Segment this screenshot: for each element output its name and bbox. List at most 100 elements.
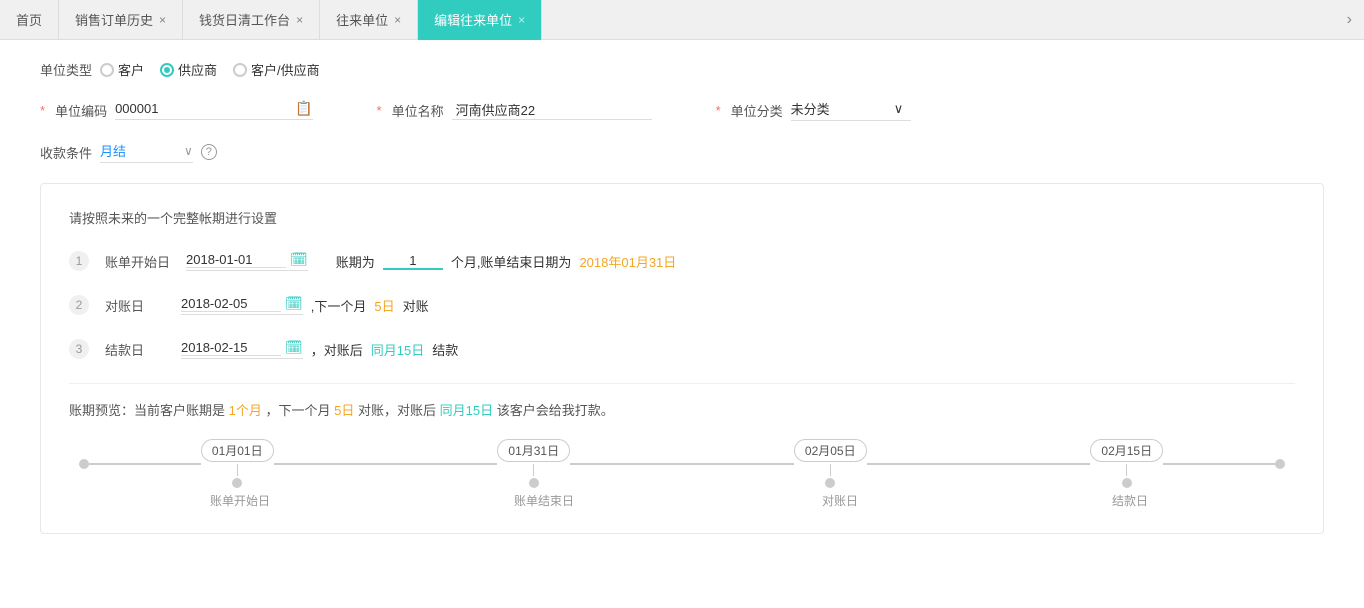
step-3-calendar-icon[interactable]: 🗓 xyxy=(285,339,303,356)
unit-category-value: 未分类 xyxy=(791,99,830,118)
timeline-label-3: 对账日 xyxy=(816,492,864,509)
unit-category-select[interactable]: 未分类 ∨ xyxy=(791,99,911,121)
radio-customer-circle xyxy=(100,63,114,77)
unit-category-required: * xyxy=(716,103,721,118)
timeline-tick-4 xyxy=(1126,464,1127,476)
timeline-tick-1 xyxy=(237,464,238,476)
preview-mid1: ，下一个月 xyxy=(266,403,331,418)
preview-prefix: 账期预览：当前客户账期是 xyxy=(69,403,225,418)
radio-both-circle xyxy=(233,63,247,77)
radio-both[interactable]: 客户/供应商 xyxy=(233,60,320,79)
step-1-period-label: 账期为 xyxy=(336,252,375,271)
step-1-number: 1 xyxy=(69,251,89,271)
tab-sales-history[interactable]: 销售订单历史 × xyxy=(59,0,183,40)
tab-counterparty-label: 往来单位 xyxy=(336,10,388,29)
timeline-dot-1 xyxy=(232,478,242,488)
preview-reconcile-day: 5日 xyxy=(334,403,354,418)
radio-customer[interactable]: 客户 xyxy=(100,60,144,79)
preview-text: 账期预览：当前客户账期是 1个月 ，下一个月 5日 对账，对账后 同月15日 该… xyxy=(69,400,1295,419)
timeline-dot-2 xyxy=(529,478,539,488)
payment-terms-chevron: ∨ xyxy=(184,144,193,158)
payment-terms-label: 收款条件 xyxy=(40,143,92,162)
unit-code-input-wrap: 📋 xyxy=(115,100,312,120)
step-1-period-input[interactable] xyxy=(383,253,443,270)
unit-type-label: 单位类型 xyxy=(40,60,92,79)
tab-cash-desk[interactable]: 钱货日清工作台 × xyxy=(183,0,320,40)
timeline-tick-3 xyxy=(830,464,831,476)
tab-counterparty[interactable]: 往来单位 × xyxy=(320,0,418,40)
step-2-row: 2 对账日 🗓 ,下一个月 5日 对账 xyxy=(69,295,1295,315)
step-2-label: 对账日 xyxy=(105,296,165,315)
payment-terms-select[interactable]: 月结 ∨ xyxy=(100,141,193,163)
unit-type-field: 单位类型 客户 供应商 客户/供应商 xyxy=(40,60,320,79)
timeline-left-dot xyxy=(79,459,89,469)
step-3-prefix: ，对账后 xyxy=(311,340,363,359)
timeline-label-1: 账单开始日 xyxy=(210,492,270,509)
step-3-row: 3 结款日 🗓 ，对账后 同月15日 结款 xyxy=(69,339,1295,359)
timeline-point-4: 02月15日 xyxy=(1090,439,1163,488)
step-2-date-input[interactable] xyxy=(181,296,281,312)
unit-category-label: 单位分类 xyxy=(731,101,783,120)
step-3-content: 🗓 ，对账后 同月15日 结款 xyxy=(181,339,458,359)
step-2-suffix: 对账 xyxy=(403,296,429,315)
unit-code-input[interactable] xyxy=(115,101,291,116)
preview-section: 账期预览：当前客户账期是 1个月 ，下一个月 5日 对账，对账后 同月15日 该… xyxy=(69,383,1295,509)
main-content: 单位类型 客户 供应商 客户/供应商 * 单位编码 xyxy=(0,40,1364,608)
radio-supplier[interactable]: 供应商 xyxy=(160,60,217,79)
unit-type-row: 单位类型 客户 供应商 客户/供应商 xyxy=(40,60,1324,79)
step-3-date-input-wrap: 🗓 xyxy=(181,339,303,359)
unit-info-row: * 单位编码 📋 * 单位名称 * 单位分类 未分类 ∨ xyxy=(40,99,1324,121)
unit-category-field: * 单位分类 未分类 ∨ xyxy=(716,99,911,121)
tab-home[interactable]: 首页 xyxy=(0,0,59,40)
tabs-bar: 首页 销售订单历史 × 钱货日清工作台 × 往来单位 × 编辑往来单位 × › xyxy=(0,0,1364,40)
timeline-point-3: 02月05日 xyxy=(794,439,867,488)
timeline-dot-3 xyxy=(825,478,835,488)
payment-terms-field: 收款条件 月结 ∨ ? xyxy=(40,141,217,163)
timeline-line-1 xyxy=(274,463,498,465)
tab-sales-history-close[interactable]: × xyxy=(159,13,166,27)
step-1-end-date: 2018年01月31日 xyxy=(579,252,676,271)
tab-edit-counterparty-close[interactable]: × xyxy=(518,13,525,27)
step-2-day-highlight: 5日 xyxy=(374,296,394,315)
step-2-calendar-icon[interactable]: 🗓 xyxy=(285,295,303,312)
tab-sales-history-label: 销售订单历史 xyxy=(75,10,153,29)
tab-cash-desk-label: 钱货日清工作台 xyxy=(199,10,290,29)
unit-code-required: * xyxy=(40,103,45,118)
settings-title: 请按照未来的一个完整帐期进行设置 xyxy=(69,208,1295,227)
step-2-date-input-wrap: 🗓 xyxy=(181,295,303,315)
preview-mid2: 对账，对账后 xyxy=(358,403,436,418)
timeline-tick-2 xyxy=(533,464,534,476)
step-3-suffix: 结款 xyxy=(432,340,458,359)
timeline-label-2: 账单结束日 xyxy=(514,492,574,509)
timeline-pill-2: 01月31日 xyxy=(497,439,570,462)
step-3-date-input[interactable] xyxy=(181,340,281,356)
category-chevron-icon: ∨ xyxy=(894,101,904,117)
tab-more-button[interactable]: › xyxy=(1335,11,1364,29)
step-1-content: 🗓 账期为 个月,账单结束日期为 2018年01月31日 xyxy=(186,251,676,271)
unit-name-input[interactable] xyxy=(452,100,652,120)
payment-terms-help-icon[interactable]: ? xyxy=(201,144,217,160)
tab-cash-desk-close[interactable]: × xyxy=(296,13,303,27)
unit-name-field: * 单位名称 xyxy=(377,100,652,120)
unit-type-radio-group: 客户 供应商 客户/供应商 xyxy=(100,60,320,79)
step-1-date-input[interactable] xyxy=(186,252,286,268)
timeline-line-0 xyxy=(89,463,201,465)
unit-name-label: 单位名称 xyxy=(392,101,444,120)
tab-edit-counterparty[interactable]: 编辑往来单位 × xyxy=(418,0,542,40)
unit-code-icon[interactable]: 📋 xyxy=(295,100,312,117)
radio-both-label: 客户/供应商 xyxy=(251,60,320,79)
step-1-calendar-icon[interactable]: 🗓 xyxy=(290,251,308,268)
preview-suffix: 该客户会给我打款。 xyxy=(497,403,614,418)
timeline-pill-3: 02月05日 xyxy=(794,439,867,462)
step-2-number: 2 xyxy=(69,295,89,315)
timeline-point-1: 01月01日 xyxy=(201,439,274,488)
payment-terms-value: 月结 xyxy=(100,141,180,160)
step-1-label: 账单开始日 xyxy=(105,252,170,271)
step-3-number: 3 xyxy=(69,339,89,359)
tab-counterparty-close[interactable]: × xyxy=(394,13,401,27)
payment-terms-row: 收款条件 月结 ∨ ? xyxy=(40,141,1324,163)
unit-code-field: * 单位编码 📋 xyxy=(40,100,313,120)
timeline-label-4: 结款日 xyxy=(1106,492,1154,509)
timeline-dot-4 xyxy=(1122,478,1132,488)
radio-supplier-circle xyxy=(160,63,174,77)
